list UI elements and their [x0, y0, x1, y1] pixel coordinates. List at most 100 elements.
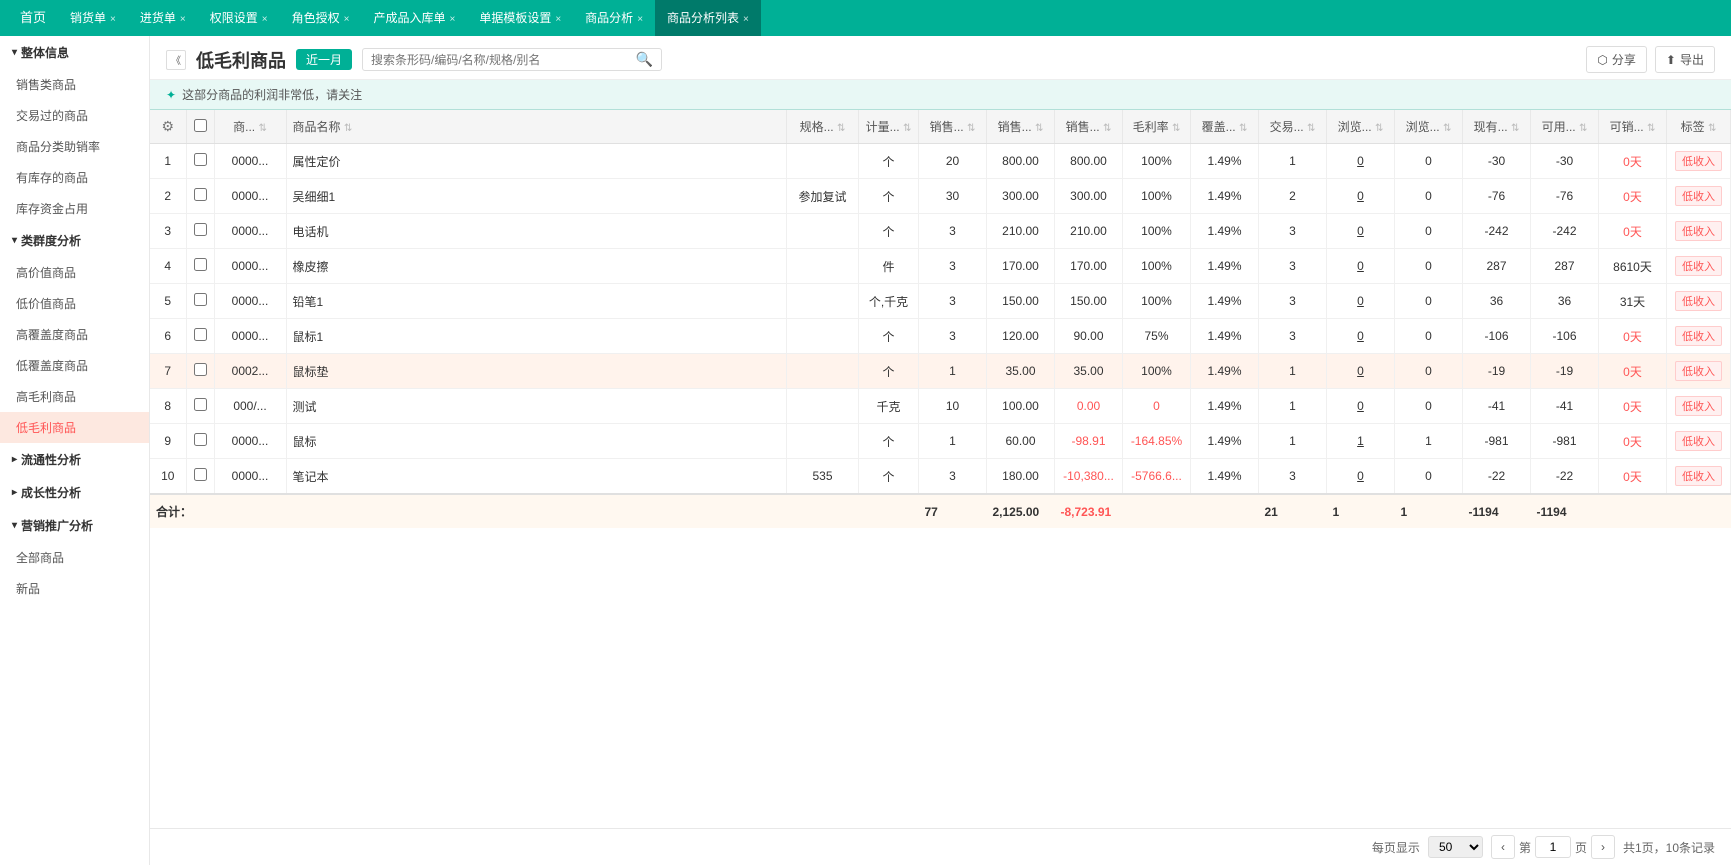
th-sales-price[interactable]: 销售... ⇅: [987, 110, 1055, 144]
browse1-link[interactable]: 0: [1357, 294, 1364, 308]
cell-unit: 个: [859, 459, 919, 495]
export-button[interactable]: ⬆ 导出: [1655, 46, 1715, 73]
search-input[interactable]: [371, 53, 632, 67]
nav-template[interactable]: 单据模板设置×: [467, 0, 573, 36]
th-spec[interactable]: 规格... ⇅: [787, 110, 859, 144]
sidebar-group-overall: ▾ 整体信息 销售类商品 交易过的商品 商品分类助销率 有库存的商品 库存资金占…: [0, 36, 149, 224]
prev-page-button[interactable]: ‹: [1491, 835, 1515, 859]
page-input[interactable]: [1535, 836, 1571, 858]
cell-no: 1: [150, 144, 186, 179]
browse1-link[interactable]: 0: [1357, 154, 1364, 168]
totals-empty-unit: [859, 494, 919, 528]
th-available[interactable]: 可用... ⇅: [1531, 110, 1599, 144]
browse1-link[interactable]: 0: [1357, 329, 1364, 343]
nav-purchase[interactable]: 进货单×: [128, 0, 198, 36]
nav-close-permission[interactable]: ×: [262, 14, 268, 25]
row-checkbox[interactable]: [194, 363, 207, 376]
browse1-link[interactable]: 0: [1357, 189, 1364, 203]
collapse-sidebar-button[interactable]: 《: [166, 50, 186, 70]
nav-permission[interactable]: 权限设置×: [198, 0, 280, 36]
next-page-button[interactable]: ›: [1591, 835, 1615, 859]
row-checkbox[interactable]: [194, 293, 207, 306]
th-browse1[interactable]: 浏览... ⇅: [1327, 110, 1395, 144]
cell-sales-price: 180.00: [987, 459, 1055, 495]
cell-no: 7: [150, 354, 186, 389]
row-checkbox[interactable]: [194, 258, 207, 271]
sidebar-item-low-margin[interactable]: 低毛利商品: [0, 412, 149, 443]
cell-saleable: 8610天: [1599, 249, 1667, 284]
totals-empty-code: [214, 494, 286, 528]
row-checkbox[interactable]: [194, 328, 207, 341]
cell-current: 36: [1463, 284, 1531, 319]
sidebar-item-high-coverage[interactable]: 高覆盖度商品: [0, 319, 149, 350]
browse1-link[interactable]: 0: [1357, 224, 1364, 238]
nav-close-role[interactable]: ×: [344, 14, 350, 25]
sidebar-item-category-rate[interactable]: 商品分类助销率: [0, 131, 149, 162]
th-sales-profit[interactable]: 销售... ⇅: [1055, 110, 1123, 144]
nav-close-purchase[interactable]: ×: [180, 14, 186, 25]
cell-spec: [787, 284, 859, 319]
search-icon[interactable]: 🔍: [636, 51, 653, 68]
browse1-link[interactable]: 0: [1357, 259, 1364, 273]
sidebar-item-capital[interactable]: 库存资金占用: [0, 193, 149, 224]
sidebar-group-cluster-title[interactable]: ▾ 类群度分析: [0, 224, 149, 257]
nav-close-product-entry[interactable]: ×: [449, 14, 455, 25]
sidebar-item-high-margin[interactable]: 高毛利商品: [0, 381, 149, 412]
row-checkbox[interactable]: [194, 468, 207, 481]
sidebar-item-in-stock[interactable]: 有库存的商品: [0, 162, 149, 193]
nav-goods-analysis[interactable]: 商品分析×: [573, 0, 655, 36]
cell-tag: 低收入: [1667, 424, 1731, 459]
sidebar-item-new-goods[interactable]: 新品: [0, 573, 149, 604]
cell-available: -106: [1531, 319, 1599, 354]
th-unit[interactable]: 计量... ⇅: [859, 110, 919, 144]
nav-product-entry[interactable]: 产成品入库单×: [361, 0, 467, 36]
page-size-select[interactable]: 50 20 100 200: [1428, 836, 1483, 858]
nav-goods-analysis-list[interactable]: 商品分析列表×: [655, 0, 761, 36]
sidebar-group-flow-title[interactable]: ▸ 流通性分析: [0, 443, 149, 476]
nav-role[interactable]: 角色授权×: [280, 0, 362, 36]
sidebar-item-traded-goods[interactable]: 交易过的商品: [0, 100, 149, 131]
cell-browse2: 0: [1395, 354, 1463, 389]
th-browse2[interactable]: 浏览... ⇅: [1395, 110, 1463, 144]
select-all-checkbox[interactable]: [194, 119, 207, 132]
sidebar-group-overall-title[interactable]: ▾ 整体信息: [0, 36, 149, 69]
row-checkbox[interactable]: [194, 223, 207, 236]
nav-close-goods-list[interactable]: ×: [743, 14, 749, 25]
th-settings[interactable]: ⚙: [150, 110, 186, 144]
sidebar-item-all-goods[interactable]: 全部商品: [0, 542, 149, 573]
sidebar-group-growth-title[interactable]: ▸ 成长性分析: [0, 476, 149, 509]
sidebar-item-low-value[interactable]: 低价值商品: [0, 288, 149, 319]
th-name[interactable]: 商品名称 ⇅: [286, 110, 787, 144]
nav-sales[interactable]: 销货单×: [58, 0, 128, 36]
th-current[interactable]: 现有... ⇅: [1463, 110, 1531, 144]
nav-close-goods-analysis[interactable]: ×: [637, 14, 643, 25]
time-filter-button[interactable]: 近一月: [296, 49, 352, 70]
th-saleable[interactable]: 可销... ⇅: [1599, 110, 1667, 144]
sidebar-item-sales-goods[interactable]: 销售类商品: [0, 69, 149, 100]
browse1-link[interactable]: 1: [1357, 434, 1364, 448]
sidebar-item-low-coverage[interactable]: 低覆盖度商品: [0, 350, 149, 381]
th-sales-qty[interactable]: 销售... ⇅: [919, 110, 987, 144]
cell-no: 9: [150, 424, 186, 459]
row-checkbox[interactable]: [194, 153, 207, 166]
th-code[interactable]: 商... ⇅: [214, 110, 286, 144]
nav-close-template[interactable]: ×: [555, 14, 561, 25]
sidebar-group-marketing-title[interactable]: ▾ 营销推广分析: [0, 509, 149, 542]
browse1-link[interactable]: 0: [1357, 399, 1364, 413]
th-tag[interactable]: 标签 ⇅: [1667, 110, 1731, 144]
share-button[interactable]: ⬡ 分享: [1586, 46, 1647, 73]
settings-icon[interactable]: ⚙: [161, 118, 174, 134]
sidebar-item-high-value[interactable]: 高价值商品: [0, 257, 149, 288]
nav-home[interactable]: 首页: [8, 0, 58, 36]
row-checkbox[interactable]: [194, 398, 207, 411]
nav-close-sales[interactable]: ×: [110, 14, 116, 25]
th-coverage[interactable]: 覆盖... ⇅: [1191, 110, 1259, 144]
row-checkbox[interactable]: [194, 433, 207, 446]
th-gross-margin[interactable]: 毛利率 ⇅: [1123, 110, 1191, 144]
browse1-link[interactable]: 0: [1357, 469, 1364, 483]
tag-badge: 低收入: [1675, 431, 1722, 451]
cell-spec: [787, 389, 859, 424]
th-trade[interactable]: 交易... ⇅: [1259, 110, 1327, 144]
browse1-link[interactable]: 0: [1357, 364, 1364, 378]
row-checkbox[interactable]: [194, 188, 207, 201]
